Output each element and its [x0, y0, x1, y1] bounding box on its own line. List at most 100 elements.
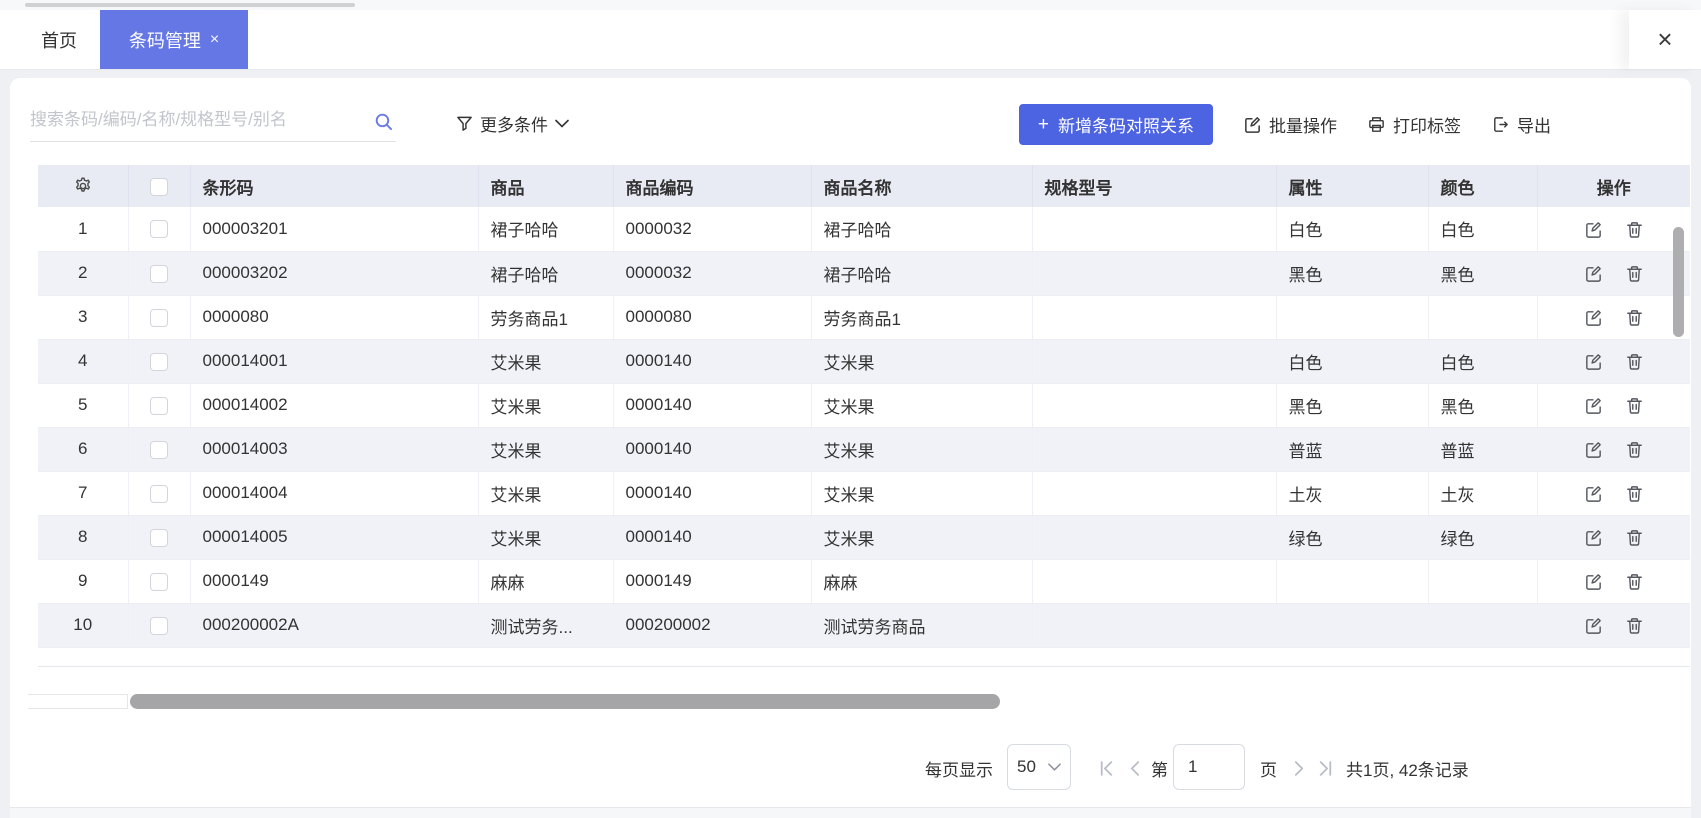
column-header-product-name[interactable]: 商品名称 — [811, 165, 1033, 207]
tab-home[interactable]: 首页 — [18, 10, 100, 69]
horizontal-scrollbar[interactable] — [130, 694, 1000, 709]
close-button[interactable]: × — [1629, 10, 1701, 69]
cell-color: 黑色 — [1428, 251, 1538, 296]
barcode-management-screen: 首页 条码管理 × × 更多条件 — [0, 0, 1701, 818]
delete-button[interactable] — [1625, 220, 1644, 239]
cell-product-name: 艾米果 — [811, 515, 1033, 560]
delete-button[interactable] — [1625, 528, 1644, 547]
pagination-bar: 每页显示 50 第 页 共1页, 42条记录 — [10, 740, 1691, 796]
edit-button[interactable] — [1584, 572, 1603, 591]
edit-button[interactable] — [1584, 616, 1603, 635]
select-all-checkbox[interactable] — [150, 177, 168, 196]
cell-product: 劳务商品1 — [478, 295, 614, 340]
row-number: 7 — [38, 471, 129, 516]
print-labels-button[interactable]: 打印标签 — [1367, 112, 1461, 137]
search-input[interactable] — [30, 106, 360, 134]
row-checkbox[interactable] — [150, 528, 168, 547]
vertical-scrollbar[interactable] — [1673, 227, 1684, 337]
delete-button[interactable] — [1625, 484, 1644, 503]
page-number-input[interactable] — [1173, 744, 1245, 790]
select-chevron-down-icon — [1048, 763, 1061, 771]
funnel-icon — [456, 115, 473, 132]
cell-product: 艾米果 — [478, 515, 614, 560]
row-number: 4 — [38, 339, 129, 384]
export-button[interactable]: 导出 — [1491, 112, 1551, 137]
search-icon[interactable] — [373, 111, 394, 132]
column-header-spec[interactable]: 规格型号 — [1032, 165, 1277, 207]
row-number: 1 — [38, 207, 129, 252]
delete-button[interactable] — [1625, 396, 1644, 415]
row-checkbox[interactable] — [150, 352, 168, 371]
cell-product-name: 艾米果 — [811, 471, 1033, 516]
browser-top-strip — [0, 0, 1701, 10]
cell-color — [1428, 559, 1538, 604]
cell-spec — [1032, 251, 1277, 296]
cell-product-code: 0000140 — [613, 471, 812, 516]
cell-product-code: 0000140 — [613, 339, 812, 384]
row-checkbox-cell — [128, 427, 191, 472]
print-labels-label: 打印标签 — [1393, 117, 1461, 136]
row-checkbox[interactable] — [150, 440, 168, 459]
column-header-attribute[interactable]: 属性 — [1276, 165, 1429, 207]
cell-product-code: 0000140 — [613, 515, 812, 560]
row-checkbox[interactable] — [150, 396, 168, 415]
more-filters-button[interactable]: 更多条件 — [456, 111, 569, 136]
per-page-value: 50 — [1017, 757, 1036, 776]
row-checkbox-cell — [128, 339, 191, 384]
row-number: 8 — [38, 515, 129, 560]
row-checkbox[interactable] — [150, 484, 168, 503]
edit-button[interactable] — [1584, 352, 1603, 371]
delete-button[interactable] — [1625, 308, 1644, 327]
cell-product-name: 艾米果 — [811, 427, 1033, 472]
cell-product-code: 000200002 — [613, 603, 812, 648]
add-barcode-mapping-button[interactable]: + 新增条码对照关系 — [1018, 104, 1213, 145]
row-checkbox[interactable] — [150, 572, 168, 591]
row-checkbox[interactable] — [150, 616, 168, 635]
previous-page-icon[interactable] — [1124, 744, 1146, 792]
column-header-barcode[interactable]: 条形码 — [190, 165, 479, 207]
edit-button[interactable] — [1584, 528, 1603, 547]
delete-button[interactable] — [1625, 352, 1644, 371]
cell-barcode: 000014005 — [190, 515, 479, 560]
delete-button[interactable] — [1625, 572, 1644, 591]
delete-button[interactable] — [1625, 264, 1644, 283]
per-page-select[interactable]: 50 — [1007, 744, 1071, 790]
edit-button[interactable] — [1584, 484, 1603, 503]
cell-barcode: 000014003 — [190, 427, 479, 472]
batch-operations-button[interactable]: 批量操作 — [1243, 112, 1337, 137]
edit-button[interactable] — [1584, 396, 1603, 415]
cell-attribute: 白色 — [1276, 207, 1429, 252]
next-page-icon[interactable] — [1287, 744, 1309, 792]
cell-barcode: 000200002A — [190, 603, 479, 648]
column-header-product[interactable]: 商品 — [478, 165, 614, 207]
edit-button[interactable] — [1584, 440, 1603, 459]
edit-button[interactable] — [1584, 220, 1603, 239]
last-page-icon[interactable] — [1314, 744, 1336, 792]
table-row: 7 000014004 艾米果 0000140 艾米果 土灰 土灰 — [38, 471, 1690, 516]
first-page-icon[interactable] — [1095, 744, 1117, 792]
cell-attribute: 黑色 — [1276, 251, 1429, 296]
delete-button[interactable] — [1625, 440, 1644, 459]
row-checkbox[interactable] — [150, 264, 168, 283]
row-checkbox[interactable] — [150, 308, 168, 327]
tab-barcode-management[interactable]: 条码管理 × — [100, 10, 248, 69]
tab-close-icon[interactable]: × — [210, 31, 219, 48]
cell-product-code: 0000032 — [613, 251, 812, 296]
edit-button[interactable] — [1584, 264, 1603, 283]
row-checkbox-cell — [128, 295, 191, 340]
cell-attribute: 黑色 — [1276, 383, 1429, 428]
table-row: 3 0000080 劳务商品1 0000080 劳务商品1 — [38, 295, 1690, 340]
column-header-color[interactable]: 颜色 — [1428, 165, 1538, 207]
row-checkbox[interactable] — [150, 220, 168, 239]
column-settings-gear-icon[interactable] — [73, 176, 93, 196]
cell-spec — [1032, 471, 1277, 516]
edit-button[interactable] — [1584, 308, 1603, 327]
cell-product-code: 0000032 — [613, 207, 812, 252]
cell-product-code: 0000149 — [613, 559, 812, 604]
column-header-product-code[interactable]: 商品编码 — [613, 165, 812, 207]
page-prefix-label: 第 — [1151, 760, 1168, 780]
table-header: 条形码 商品 商品编码 商品名称 规格型号 属性 颜色 操作 — [38, 165, 1690, 207]
cell-product-code: 0000140 — [613, 383, 812, 428]
delete-button[interactable] — [1625, 616, 1644, 635]
top-scrollbar[interactable] — [25, 3, 355, 7]
